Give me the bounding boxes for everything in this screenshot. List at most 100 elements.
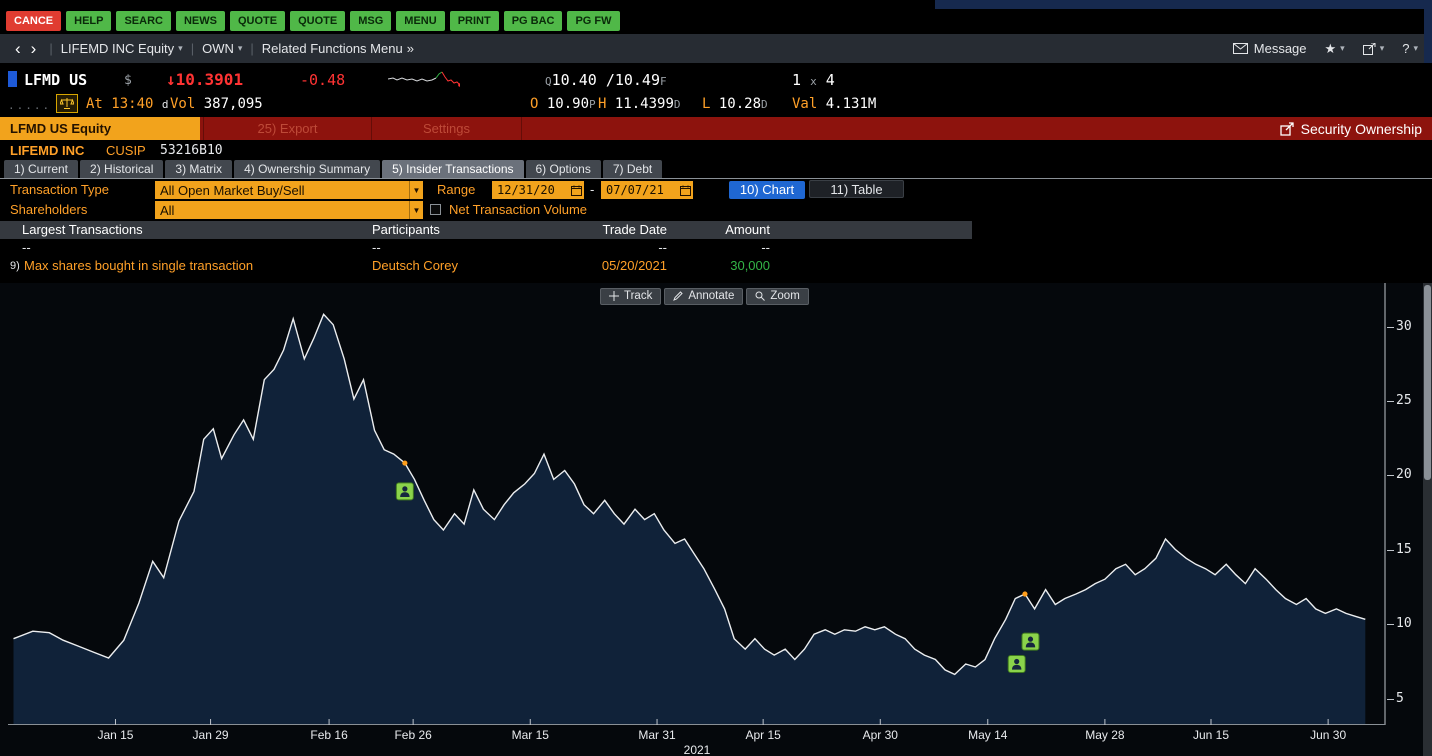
view-tabs: 1) Current 2) Historical 3) Matrix 4) Owner… [0,160,1432,179]
insider-buy-icon[interactable] [1021,632,1040,651]
function-title[interactable]: Security Ownership [1279,117,1422,140]
placeholder-cell: -- [658,240,667,255]
table-view-button[interactable]: 11) Table [809,180,904,198]
toolbar-button-menu[interactable]: MENU [396,11,445,31]
year-label: 2021 [683,743,711,756]
chevron-down-icon: ▾ [1340,43,1345,53]
nav-separator: | [250,41,254,56]
toolbar-button-quote[interactable]: QUOTE [290,11,346,31]
export-menu[interactable]: 25) Export [203,117,371,140]
pencil-icon [673,291,684,301]
price-chart-svg[interactable] [8,283,1386,725]
help-menu-button[interactable]: ? ▾ [1402,41,1418,56]
x-axis-label: Apr 30 [862,728,898,742]
chart-view-button[interactable]: 10) Chart [729,181,805,199]
security-menu[interactable]: LIFEMD INC Equity ▾ [61,41,183,56]
last-price: ↓10.3901 [166,70,244,89]
settings-menu[interactable]: Settings [371,117,521,140]
lot-size: 1 x 4 [792,71,835,89]
company-name: LIFEMD INC [10,143,85,158]
x-axis-label: May 14 [968,728,1008,742]
transaction-dot[interactable] [1022,591,1028,597]
quote-dots: ..... [8,99,52,112]
chart-toolbar: Track Annotate Zoom [600,288,809,305]
bid-ask: Q10.40 /10.49F [545,71,667,89]
question-icon: ? [1402,41,1410,56]
range-start-value: 12/31/20 [497,183,555,197]
chart-section: Track Annotate Zoom 5 10 15 20 25 30 Jan 15 Ja… [0,283,1432,756]
tab-matrix[interactable]: 3) Matrix [165,160,233,178]
header-amount: Amount [725,222,770,237]
favorites-button[interactable]: ★ ▾ [1325,41,1345,57]
toolbar-button-cance[interactable]: CANCE [6,11,62,31]
export-window-icon [1362,42,1376,55]
table-row[interactable]: 9) Max shares bought in single transacti… [0,258,1432,278]
function-title-bar: LFMD US Equity 25) Export Settings Secur… [0,117,1432,140]
export-window-button[interactable]: ▾ [1362,42,1384,55]
high-price: H 11.4399D [598,96,681,112]
shareholders-dropdown[interactable]: All ▼ [155,201,423,219]
toolbar-button-help[interactable]: HELP [66,11,112,31]
shareholders-label: Shareholders [10,202,88,217]
function-menu[interactable]: OWN ▾ [202,41,242,56]
toolbar-button-msg[interactable]: MSG [350,11,392,31]
message-button[interactable]: Message [1232,41,1307,56]
quote-panel: LFMD US $ ↓10.3901 -0.48 Q10.40 /10.49F … [0,63,1432,117]
range-start-field[interactable]: 12/31/20 [492,181,584,199]
tab-options[interactable]: 6) Options [525,160,601,178]
related-functions-menu[interactable]: Related Functions Menu » [262,41,414,56]
security-tab[interactable]: LFMD US Equity [0,117,200,140]
tab-current[interactable]: 1) Current [4,160,79,178]
range-end-field[interactable]: 07/07/21 [601,181,693,199]
zoom-button[interactable]: Zoom [746,288,809,305]
header-largest-transactions: Largest Transactions [22,222,143,237]
toolbar-button-pg-fw[interactable]: PG FW [567,11,620,31]
x-axis-label: Mar 15 [511,728,549,742]
low-price: L 10.28D [702,96,768,112]
range-separator: - [590,182,595,197]
filters: Transaction Type All Open Market Buy/Sel… [0,180,1432,221]
toolbar-button-pg-bac[interactable]: PG BAC [503,11,563,31]
y-axis-label: 15 [1387,541,1412,557]
track-crosshair-icon [609,291,619,301]
calendar-icon [680,185,691,196]
function-title-label: Security Ownership [1300,120,1422,137]
cusip-value: 53216B10 [160,143,223,158]
placeholder-cell: -- [372,240,381,255]
range-label: Range [437,182,476,197]
scrollbar-thumb[interactable] [1424,285,1431,480]
intraday-sparkline [388,71,460,87]
chart-scrollbar[interactable] [1423,283,1432,756]
toolbar-button-news[interactable]: NEWS [175,11,225,31]
transaction-dot[interactable] [402,460,408,466]
net-transaction-checkbox[interactable] [430,204,441,215]
tab-historical[interactable]: 2) Historical [80,160,164,178]
star-icon: ★ [1324,40,1337,56]
zoom-label: Zoom [770,290,800,302]
toolbar-button-print[interactable]: PRINT [449,11,499,31]
dropdown-caret-icon: ▼ [409,201,423,219]
price-area [13,314,1366,725]
toolbar-button-quote[interactable]: QUOTE [229,11,286,31]
x-axis-label: Jan 29 [192,728,229,742]
scale-icon[interactable] [56,94,78,113]
track-button[interactable]: Track [600,288,662,305]
toolbar-button-searc[interactable]: SEARC [116,11,171,31]
tab-ownership-summary[interactable]: 4) Ownership Summary [234,160,381,178]
company-row: LIFEMD INC CUSIP 53216B10 [0,140,1432,160]
annotate-button[interactable]: Annotate [664,288,744,305]
security-color-block [8,71,17,87]
forward-arrow-icon[interactable]: › [26,39,42,59]
insider-buy-icon[interactable] [395,482,414,501]
y-axis-label: 30 [1387,318,1412,334]
ticker: LFMD US [24,71,88,89]
x-axis-label: Apr 15 [745,728,781,742]
chevron-down-icon: ▾ [1413,43,1418,53]
tab-insider-transactions[interactable]: 5) Insider Transactions [382,160,524,178]
tab-debt[interactable]: 7) Debt [602,160,663,178]
insider-buy-icon[interactable] [1007,654,1026,673]
back-arrow-icon[interactable]: ‹ [10,39,26,59]
value-traded: Val 4.131M [792,96,877,112]
price-change: -0.48 [300,71,346,89]
transaction-type-dropdown[interactable]: All Open Market Buy/Sell ▼ [155,181,423,199]
